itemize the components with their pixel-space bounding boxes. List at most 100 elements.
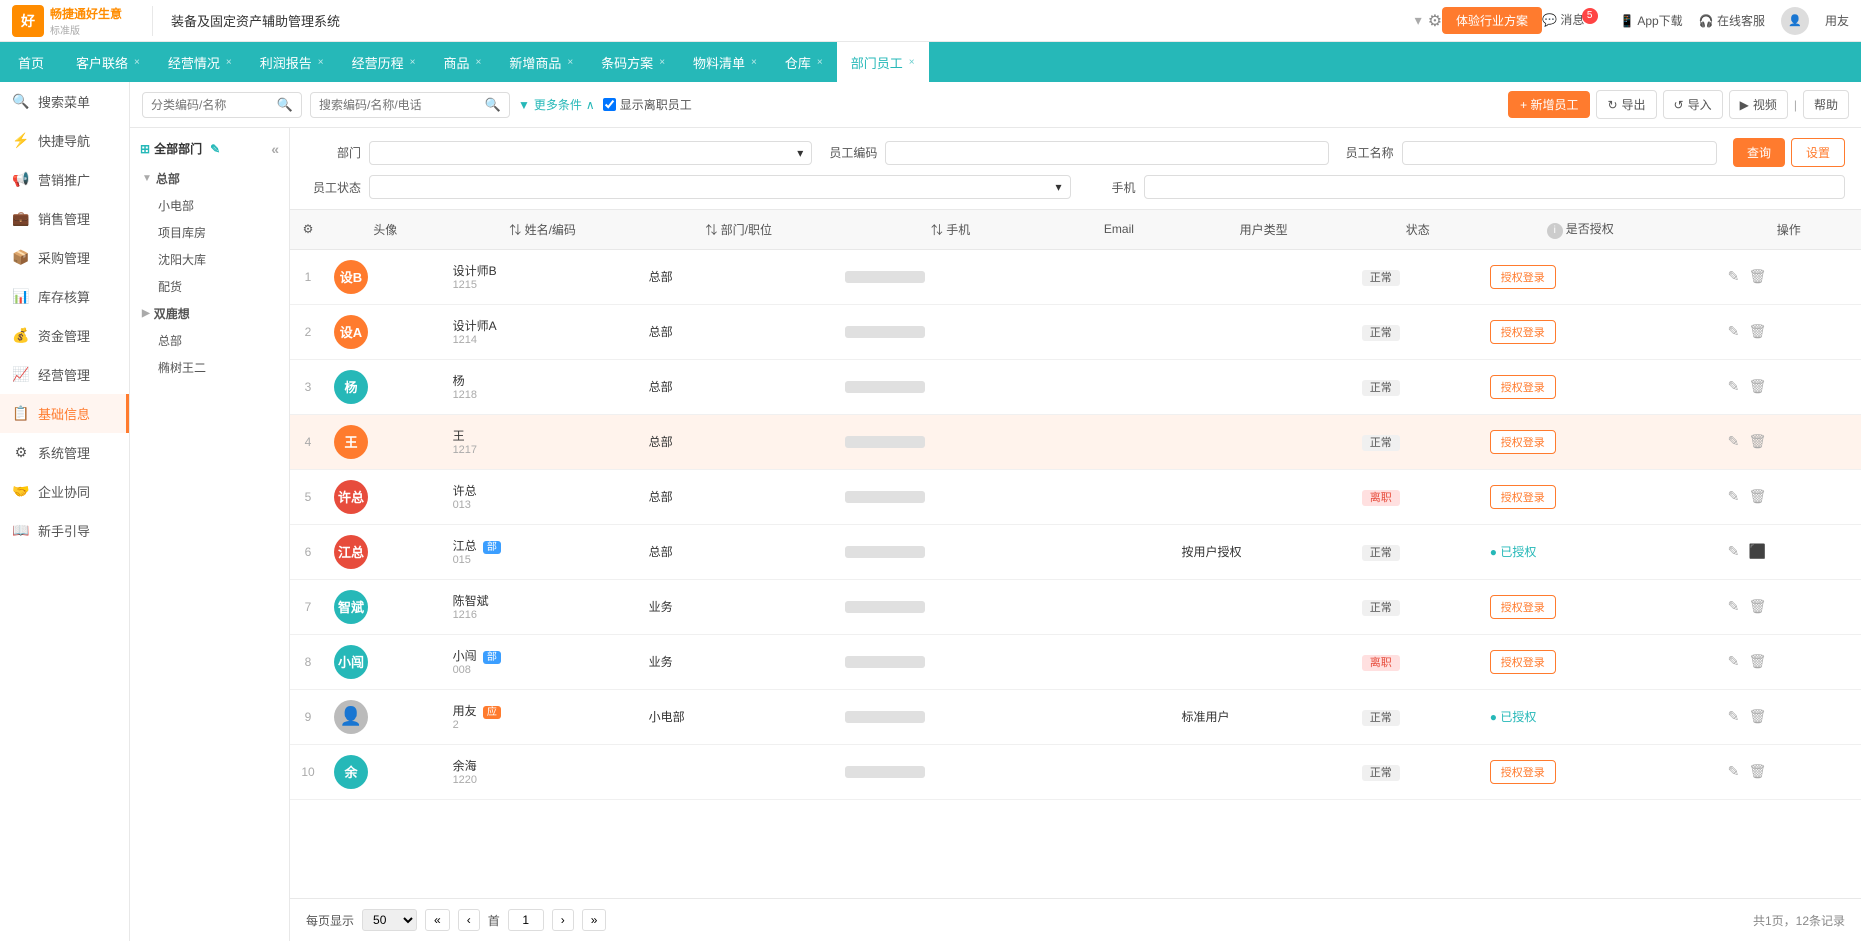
delete-btn[interactable]: 🗑 [1749, 763, 1767, 779]
app-download-btn[interactable]: 📱 App下载 [1620, 12, 1683, 29]
edit-btn[interactable]: ✎ [1728, 488, 1740, 504]
tab-dept-employee[interactable]: 部门员工 × [837, 42, 929, 82]
auth-login-btn[interactable]: 授权登录 [1490, 650, 1556, 674]
sidebar-item-system[interactable]: ⚙ 系统管理 [0, 433, 129, 472]
dept-item-headquarters-root[interactable]: ▼ 总部 [138, 165, 281, 192]
show-resigned-input[interactable] [603, 98, 616, 111]
tab-operation[interactable]: 经营情况 × [154, 42, 246, 82]
filter-dept-select[interactable]: ▾ [369, 141, 812, 165]
close-barcode-tab[interactable]: × [659, 57, 665, 68]
settings-gear-button[interactable]: ⚙ [1428, 11, 1442, 31]
table-settings-icon[interactable]: ⚙ [303, 222, 314, 236]
auth-login-btn[interactable]: 授权登录 [1490, 265, 1556, 289]
tab-customer[interactable]: 客户联络 × [62, 42, 154, 82]
set-button[interactable]: 设置 [1791, 138, 1845, 167]
sidebar-item-operation[interactable]: 📈 经营管理 [0, 355, 129, 394]
close-new-goods-tab[interactable]: × [567, 57, 573, 68]
sidebar-item-sales[interactable]: 💼 销售管理 [0, 199, 129, 238]
video-button[interactable]: ▶ 视频 [1729, 90, 1788, 119]
delete-btn[interactable]: 🗑 [1749, 653, 1767, 669]
category-search-icon[interactable]: 🔍 [277, 97, 293, 113]
tab-new-goods[interactable]: 新增商品 × [495, 42, 587, 82]
sidebar-item-inventory[interactable]: 📊 库存核算 [0, 277, 129, 316]
help-button[interactable]: 帮助 [1803, 90, 1849, 119]
sidebar-item-marketing[interactable]: 📢 营销推广 [0, 160, 129, 199]
sidebar-item-collab[interactable]: 🤝 企业协同 [0, 472, 129, 511]
filter-phone-input[interactable] [1144, 175, 1846, 199]
dept-item-electronics[interactable]: 小电部 [138, 192, 281, 219]
tab-goods[interactable]: 商品 × [429, 42, 495, 82]
sidebar-item-finance[interactable]: 💰 资金管理 [0, 316, 129, 355]
dept-collapse-button[interactable]: « [271, 141, 279, 157]
close-customer-tab[interactable]: × [134, 57, 140, 68]
trial-button[interactable]: 体验行业方案 [1442, 7, 1542, 34]
delete-btn[interactable]: ⬛ [1749, 543, 1766, 559]
delete-btn[interactable]: 🗑 [1749, 598, 1767, 614]
category-search-input[interactable] [151, 98, 273, 112]
edit-btn[interactable]: ✎ [1728, 653, 1740, 669]
last-page-btn[interactable]: » [582, 909, 607, 931]
close-history-tab[interactable]: × [410, 57, 416, 68]
edit-btn[interactable]: ✎ [1728, 708, 1740, 724]
col-dept-position[interactable]: ⇅ 部门/职位 [641, 210, 837, 249]
more-filter-btn[interactable]: ▼ 更多条件 ∧ [518, 96, 595, 113]
online-service-btn[interactable]: 🎧 在线客服 [1699, 12, 1765, 29]
edit-btn[interactable]: ✎ [1728, 543, 1740, 559]
add-employee-button[interactable]: + 新增员工 [1508, 91, 1590, 118]
edit-btn[interactable]: ✎ [1728, 433, 1740, 449]
dept-item-tuoshu[interactable]: 椭树王二 [138, 354, 281, 381]
sidebar-item-quicknav[interactable]: ⚡ 快捷导航 [0, 121, 129, 160]
show-resigned-checkbox[interactable]: 显示离职员工 [603, 96, 692, 113]
sidebar-item-purchase[interactable]: 📦 采购管理 [0, 238, 129, 277]
close-goods-tab[interactable]: × [475, 57, 481, 68]
auth-login-btn[interactable]: 授权登录 [1490, 760, 1556, 784]
delete-btn[interactable]: 🗑 [1749, 488, 1767, 504]
tab-warehouse[interactable]: 仓库 × [771, 42, 837, 82]
tab-history[interactable]: 经营历程 × [338, 42, 430, 82]
col-name-code[interactable]: ⇅ 姓名/编码 [445, 210, 641, 249]
delete-btn[interactable]: 🗑 [1749, 433, 1767, 449]
edit-btn[interactable]: ✎ [1728, 763, 1740, 779]
dept-item-shuanglu[interactable]: ▶ 双鹿想 [138, 300, 281, 327]
page-number-input[interactable] [508, 909, 544, 931]
auth-login-btn[interactable]: 授权登录 [1490, 595, 1556, 619]
edit-btn[interactable]: ✎ [1728, 323, 1740, 339]
sidebar-item-basic[interactable]: 📋 基础信息 [0, 394, 129, 433]
sidebar-item-guide[interactable]: 📖 新手引导 [0, 511, 129, 550]
tab-barcode[interactable]: 条码方案 × [587, 42, 679, 82]
col-phone[interactable]: ⇅ 手机 [837, 210, 1065, 249]
delete-btn[interactable]: 🗑 [1749, 708, 1767, 724]
edit-btn[interactable]: ✎ [1728, 378, 1740, 394]
export-button[interactable]: ↻ 导出 [1596, 90, 1656, 119]
employee-search-input[interactable] [319, 98, 481, 112]
col-settings[interactable]: ⚙ [290, 210, 326, 249]
close-profit-tab[interactable]: × [318, 57, 324, 68]
auth-login-btn[interactable]: 授权登录 [1490, 485, 1556, 509]
edit-btn[interactable]: ✎ [1728, 598, 1740, 614]
auth-login-btn[interactable]: 授权登录 [1490, 430, 1556, 454]
query-button[interactable]: 查询 [1733, 138, 1785, 167]
import-button[interactable]: ↺ 导入 [1663, 90, 1723, 119]
auth-login-btn[interactable]: 授权登录 [1490, 320, 1556, 344]
next-page-btn[interactable]: › [552, 909, 574, 931]
dept-edit-btn[interactable]: ✎ [210, 142, 220, 156]
per-page-select[interactable]: 50 20 100 [362, 909, 417, 931]
filter-empcode-input[interactable] [885, 141, 1328, 165]
message-btn[interactable]: 💬 消息 5 [1542, 11, 1604, 30]
dept-item-shenyang[interactable]: 沈阳大库 [138, 246, 281, 273]
tab-profit[interactable]: 利润报告 × [246, 42, 338, 82]
tab-home[interactable]: 首页 [0, 42, 62, 82]
employee-search-icon[interactable]: 🔍 [485, 97, 501, 113]
delete-btn[interactable]: 🗑 [1749, 268, 1767, 284]
sidebar-item-search[interactable]: 🔍 搜索菜单 [0, 82, 129, 121]
delete-btn[interactable]: 🗑 [1749, 323, 1767, 339]
close-operation-tab[interactable]: × [226, 57, 232, 68]
prev-page-btn[interactable]: ‹ [458, 909, 480, 931]
first-page-btn[interactable]: « [425, 909, 450, 931]
close-bom-tab[interactable]: × [751, 57, 757, 68]
filter-empstatus-select[interactable]: ▾ [369, 175, 1071, 199]
close-dept-tab[interactable]: × [909, 57, 915, 68]
edit-btn[interactable]: ✎ [1728, 268, 1740, 284]
dept-item-distribution[interactable]: 配货 [138, 273, 281, 300]
user-name[interactable]: 用友 [1825, 12, 1849, 29]
